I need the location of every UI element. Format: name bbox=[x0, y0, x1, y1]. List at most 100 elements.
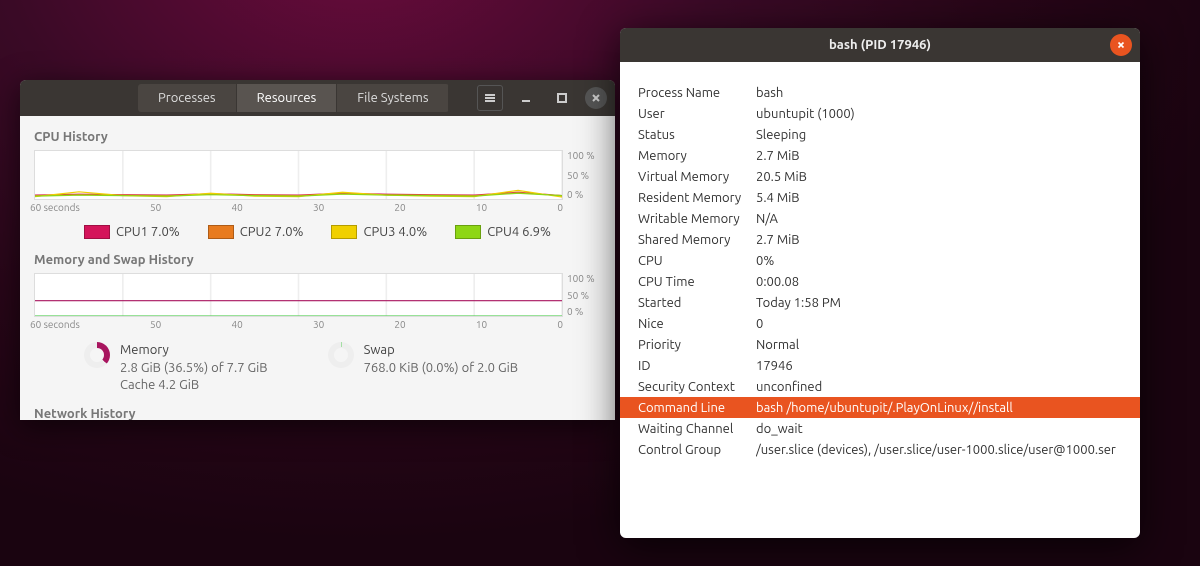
property-row[interactable]: StatusSleeping bbox=[638, 124, 1130, 145]
property-value: ubuntupit (1000) bbox=[756, 107, 1130, 121]
property-row[interactable]: Resident Memory5.4 MiB bbox=[638, 187, 1130, 208]
xtick: 30 bbox=[313, 319, 324, 330]
detail-window-title: bash (PID 17946) bbox=[829, 38, 931, 52]
ytick: 50 % bbox=[567, 290, 601, 301]
property-key: CPU Time bbox=[638, 275, 756, 289]
xtick: 40 bbox=[231, 202, 242, 213]
legend-label: CPU1 7.0% bbox=[116, 225, 180, 239]
property-value: 20.5 MiB bbox=[756, 170, 1130, 184]
property-row[interactable]: CPU0% bbox=[638, 250, 1130, 271]
memswap-xaxis: 60 seconds50403020100 bbox=[34, 317, 601, 336]
view-tab-group: Processes Resources File Systems bbox=[138, 84, 449, 112]
xtick: 0 bbox=[557, 202, 563, 213]
detail-titlebar: bash (PID 17946) bbox=[620, 28, 1140, 62]
tab-resources[interactable]: Resources bbox=[237, 84, 338, 112]
xtick: 20 bbox=[394, 202, 405, 213]
minimize-icon[interactable] bbox=[513, 85, 539, 111]
legend-label: CPU2 7.0% bbox=[240, 225, 304, 239]
xtick: 40 bbox=[231, 319, 242, 330]
legend-swatch bbox=[331, 225, 357, 239]
property-value: bash bbox=[756, 86, 1130, 100]
property-value: bash /home/ubuntupit/.PlayOnLinux//insta… bbox=[756, 401, 1130, 415]
property-key: Writable Memory bbox=[638, 212, 756, 226]
property-value: unconfined bbox=[756, 380, 1130, 394]
property-value: Today 1:58 PM bbox=[756, 296, 1130, 310]
property-row[interactable]: CPU Time0:00.08 bbox=[638, 271, 1130, 292]
close-icon[interactable] bbox=[585, 87, 607, 109]
property-row[interactable]: Nice0 bbox=[638, 313, 1130, 334]
ytick: 100 % bbox=[567, 273, 601, 284]
memswap-info: Memory 2.8 GiB (36.5%) of 7.7 GiB Cache … bbox=[34, 336, 601, 403]
xtick: 50 bbox=[150, 319, 161, 330]
tab-processes[interactable]: Processes bbox=[138, 84, 237, 112]
property-key: Command Line bbox=[638, 401, 756, 415]
legend-item: CPU2 7.0% bbox=[208, 225, 304, 239]
legend-label: CPU4 6.9% bbox=[487, 225, 551, 239]
property-row[interactable]: Command Linebash /home/ubuntupit/.PlayOn… bbox=[620, 397, 1140, 418]
tab-filesystems[interactable]: File Systems bbox=[337, 84, 449, 112]
property-key: Shared Memory bbox=[638, 233, 756, 247]
xtick: 10 bbox=[476, 202, 487, 213]
property-key: CPU bbox=[638, 254, 756, 268]
swap-heading: Swap bbox=[364, 342, 518, 360]
close-icon[interactable] bbox=[1110, 34, 1132, 56]
memory-block: Memory 2.8 GiB (36.5%) of 7.7 GiB Cache … bbox=[84, 342, 268, 395]
property-key: Memory bbox=[638, 149, 756, 163]
property-value: Normal bbox=[756, 338, 1130, 352]
swap-donut-icon bbox=[328, 342, 354, 368]
cpu-xaxis: 60 seconds50403020100 bbox=[34, 200, 601, 219]
property-value: 17946 bbox=[756, 359, 1130, 373]
xtick: 30 bbox=[313, 202, 324, 213]
ytick: 50 % bbox=[567, 170, 601, 181]
legend-swatch bbox=[208, 225, 234, 239]
xtick: 50 bbox=[150, 202, 161, 213]
legend-item: CPU4 6.9% bbox=[455, 225, 551, 239]
property-row[interactable]: StartedToday 1:58 PM bbox=[638, 292, 1130, 313]
property-row[interactable]: Memory2.7 MiB bbox=[638, 145, 1130, 166]
window-body: CPU History 100 % 50 % 0 % 60 seconds504… bbox=[20, 116, 615, 420]
property-row[interactable]: Virtual Memory20.5 MiB bbox=[638, 166, 1130, 187]
legend-item: CPU1 7.0% bbox=[84, 225, 180, 239]
property-row[interactable]: PriorityNormal bbox=[638, 334, 1130, 355]
legend-swatch bbox=[455, 225, 481, 239]
hamburger-menu-icon[interactable] bbox=[477, 85, 503, 111]
property-row[interactable]: Waiting Channeldo_wait bbox=[638, 418, 1130, 439]
property-row[interactable]: Shared Memory2.7 MiB bbox=[638, 229, 1130, 250]
maximize-icon[interactable] bbox=[549, 85, 575, 111]
cpu-history-chart bbox=[34, 150, 563, 200]
swap-block: Swap 768.0 KiB (0.0%) of 2.0 GiB bbox=[328, 342, 518, 377]
cpu-history-title: CPU History bbox=[34, 130, 601, 144]
memory-heading: Memory bbox=[120, 342, 268, 360]
property-key: Process Name bbox=[638, 86, 756, 100]
memswap-yticks: 100 % 50 % 0 % bbox=[563, 273, 601, 317]
property-key: Security Context bbox=[638, 380, 756, 394]
property-key: Resident Memory bbox=[638, 191, 756, 205]
property-key: Started bbox=[638, 296, 756, 310]
memory-usage-text: 2.8 GiB (36.5%) of 7.7 GiB bbox=[120, 360, 268, 378]
ytick: 0 % bbox=[567, 189, 601, 200]
xtick: 20 bbox=[394, 319, 405, 330]
property-key: Status bbox=[638, 128, 756, 142]
property-row[interactable]: Process Namebash bbox=[638, 82, 1130, 103]
xtick: 60 seconds bbox=[30, 319, 80, 330]
property-row[interactable]: Writable MemoryN/A bbox=[638, 208, 1130, 229]
memswap-title: Memory and Swap History bbox=[34, 253, 601, 267]
property-row[interactable]: Control Group/user.slice (devices), /use… bbox=[638, 439, 1130, 460]
property-row[interactable]: Userubuntupit (1000) bbox=[638, 103, 1130, 124]
xtick: 10 bbox=[476, 319, 487, 330]
property-value: 5.4 MiB bbox=[756, 191, 1130, 205]
memory-cache-text: Cache 4.2 GiB bbox=[120, 377, 268, 395]
property-key: Virtual Memory bbox=[638, 170, 756, 184]
property-value: /user.slice (devices), /user.slice/user-… bbox=[756, 443, 1130, 457]
titlebar: Processes Resources File Systems bbox=[20, 80, 615, 116]
property-value: do_wait bbox=[756, 422, 1130, 436]
property-row[interactable]: ID17946 bbox=[638, 355, 1130, 376]
ytick: 0 % bbox=[567, 306, 601, 317]
property-value: 0% bbox=[756, 254, 1130, 268]
memswap-chart bbox=[34, 273, 563, 317]
property-key: ID bbox=[638, 359, 756, 373]
property-row[interactable]: Security Contextunconfined bbox=[638, 376, 1130, 397]
cpu-yticks: 100 % 50 % 0 % bbox=[563, 150, 601, 200]
property-value: 2.7 MiB bbox=[756, 233, 1130, 247]
property-key: Waiting Channel bbox=[638, 422, 756, 436]
